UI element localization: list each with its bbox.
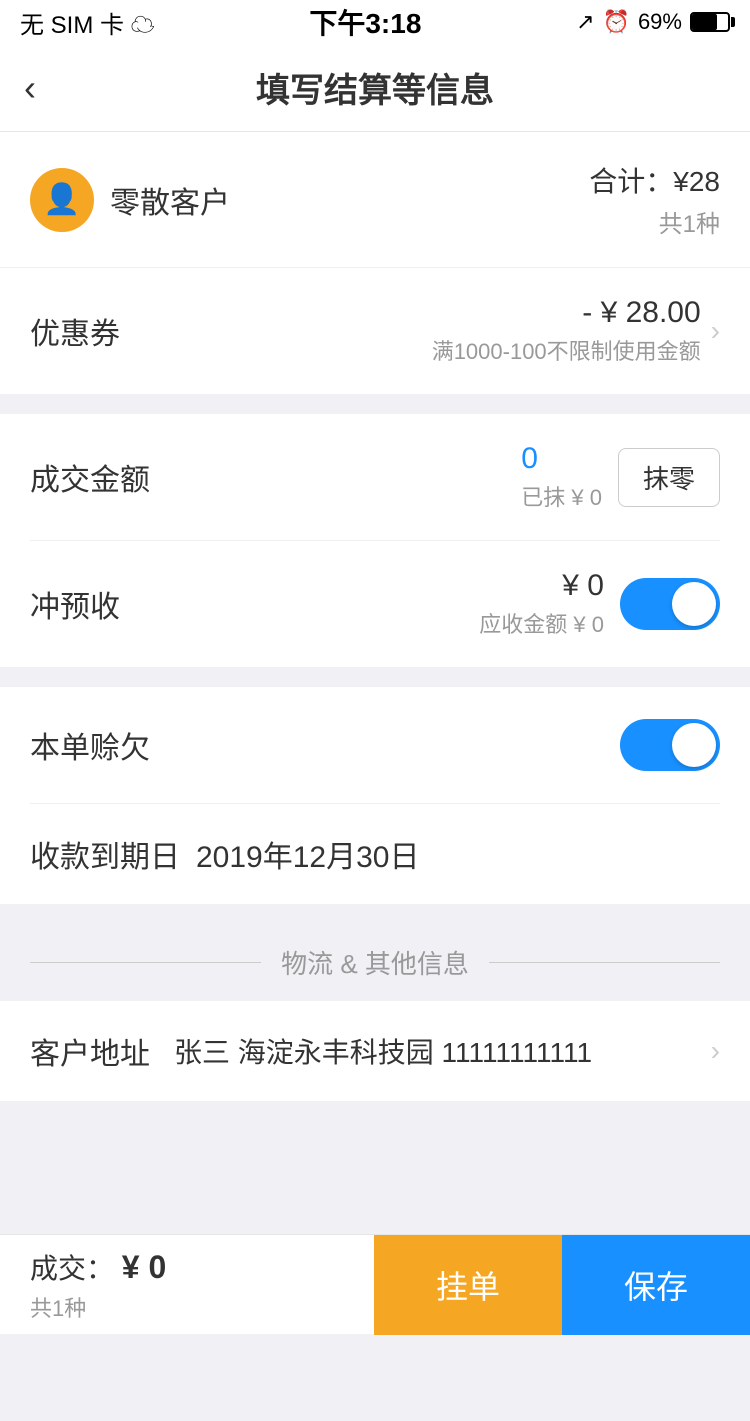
customer-avatar: 👤 bbox=[30, 168, 94, 232]
divider-1 bbox=[0, 394, 750, 414]
prepay-row: 冲预收 ¥ 0 应收金额 ¥ 0 bbox=[30, 541, 720, 667]
due-date-label: 收款到期日 bbox=[30, 832, 180, 876]
prepay-label: 冲预收 bbox=[30, 582, 120, 626]
divider-3 bbox=[0, 904, 750, 924]
transaction-right: 0 已抹 ¥ 0 抹零 bbox=[521, 442, 720, 512]
bottom-deal-label: 成交： bbox=[30, 1253, 114, 1284]
avatar-icon: 👤 bbox=[43, 182, 80, 217]
transaction-label: 成交金额 bbox=[30, 455, 150, 499]
bottom-bar: 成交： ¥ 0 共1种 挂单 保存 bbox=[0, 1234, 750, 1334]
address-row[interactable]: 客户地址 张三 海淀永丰科技园 11111111111 › bbox=[30, 1001, 720, 1101]
chevron-right-icon: › bbox=[711, 315, 720, 347]
customer-name: 零散客户 bbox=[110, 178, 230, 222]
page-title: 填写结算等信息 bbox=[256, 63, 494, 112]
address-chevron-icon: › bbox=[711, 1035, 720, 1067]
customer-count: 共1种 bbox=[589, 204, 720, 239]
customer-section: 👤 零散客户 合计：¥28 共1种 优惠券 - ¥ 28.00 满1000-10… bbox=[0, 132, 750, 394]
status-left: 无 SIM 卡 ☁ bbox=[20, 5, 155, 40]
address-section: 客户地址 张三 海淀永丰科技园 11111111111 › bbox=[0, 1001, 750, 1101]
coupon-info: - ¥ 28.00 满1000-100不限制使用金额 bbox=[432, 296, 701, 366]
bottom-summary: 成交： ¥ 0 共1种 bbox=[0, 1247, 374, 1323]
status-bar: 无 SIM 卡 ☁ 下午3:18 ↗ ⏰ 69% bbox=[0, 0, 750, 44]
bottom-count: 共1种 bbox=[30, 1291, 344, 1323]
debt-toggle[interactable] bbox=[620, 719, 720, 771]
transaction-row: 成交金额 0 已抹 ¥ 0 抹零 bbox=[30, 414, 720, 541]
coupon-discount: - ¥ 28.00 bbox=[432, 296, 701, 330]
battery-icon bbox=[690, 12, 730, 32]
alarm-icon: ⏰ bbox=[603, 9, 630, 35]
hang-button[interactable]: 挂单 bbox=[374, 1235, 562, 1335]
logistics-line-left bbox=[30, 962, 261, 963]
prepay-toggle[interactable] bbox=[620, 578, 720, 630]
back-button[interactable]: ‹ bbox=[24, 67, 36, 109]
debt-label: 本单赊欠 bbox=[30, 723, 150, 767]
transaction-amount-wrap: 0 已抹 ¥ 0 bbox=[521, 442, 602, 512]
transaction-amount: 0 bbox=[521, 442, 602, 476]
logistics-label: 物流 & 其他信息 bbox=[281, 944, 469, 981]
prepay-amount: ¥ 0 bbox=[479, 569, 604, 603]
round-button[interactable]: 抹零 bbox=[618, 448, 720, 507]
content: 👤 零散客户 合计：¥28 共1种 优惠券 - ¥ 28.00 满1000-10… bbox=[0, 132, 750, 1421]
customer-row: 👤 零散客户 合计：¥28 共1种 bbox=[0, 132, 750, 267]
sim-status: 无 SIM 卡 ☁ bbox=[20, 5, 155, 40]
prepay-receivable: 应收金额 ¥ 0 bbox=[479, 607, 604, 639]
prepay-amount-wrap: ¥ 0 应收金额 ¥ 0 bbox=[479, 569, 604, 639]
bottom-deal-row: 成交： ¥ 0 bbox=[30, 1247, 344, 1287]
transaction-section: 成交金额 0 已抹 ¥ 0 抹零 冲预收 ¥ 0 应收金额 ¥ 0 bbox=[0, 414, 750, 667]
bottom-deal-amount: ¥ 0 bbox=[122, 1249, 166, 1285]
battery-percent: 69% bbox=[638, 9, 682, 35]
customer-info: 👤 零散客户 bbox=[30, 168, 230, 232]
status-time: 下午3:18 bbox=[309, 2, 421, 42]
address-label: 客户地址 bbox=[30, 1029, 150, 1073]
debt-section: 本单赊欠 收款到期日 2019年12月30日 bbox=[0, 687, 750, 904]
nav-bar: ‹ 填写结算等信息 bbox=[0, 44, 750, 132]
coupon-row[interactable]: 优惠券 - ¥ 28.00 满1000-100不限制使用金额 › bbox=[0, 267, 750, 394]
customer-total: 合计：¥28 bbox=[589, 160, 720, 200]
coupon-description: 满1000-100不限制使用金额 bbox=[432, 334, 701, 366]
customer-totals: 合计：¥28 共1种 bbox=[589, 160, 720, 239]
divider-2 bbox=[0, 667, 750, 687]
status-right: ↗ ⏰ 69% bbox=[576, 9, 730, 35]
address-value: 张三 海淀永丰科技园 11111111111 bbox=[174, 1031, 687, 1071]
prepay-right: ¥ 0 应收金额 ¥ 0 bbox=[479, 569, 720, 639]
logistics-line-right bbox=[489, 962, 720, 963]
save-button[interactable]: 保存 bbox=[562, 1235, 750, 1335]
coupon-label: 优惠券 bbox=[30, 309, 120, 353]
due-date-row: 收款到期日 2019年12月30日 bbox=[30, 804, 720, 904]
logistics-header: 物流 & 其他信息 bbox=[0, 924, 750, 1001]
deducted-label: 已抹 ¥ 0 bbox=[521, 480, 602, 512]
due-date-value: 2019年12月30日 bbox=[196, 832, 419, 876]
location-icon: ↗ bbox=[576, 9, 594, 35]
coupon-right: - ¥ 28.00 满1000-100不限制使用金额 › bbox=[432, 296, 720, 366]
debt-row: 本单赊欠 bbox=[30, 687, 720, 804]
